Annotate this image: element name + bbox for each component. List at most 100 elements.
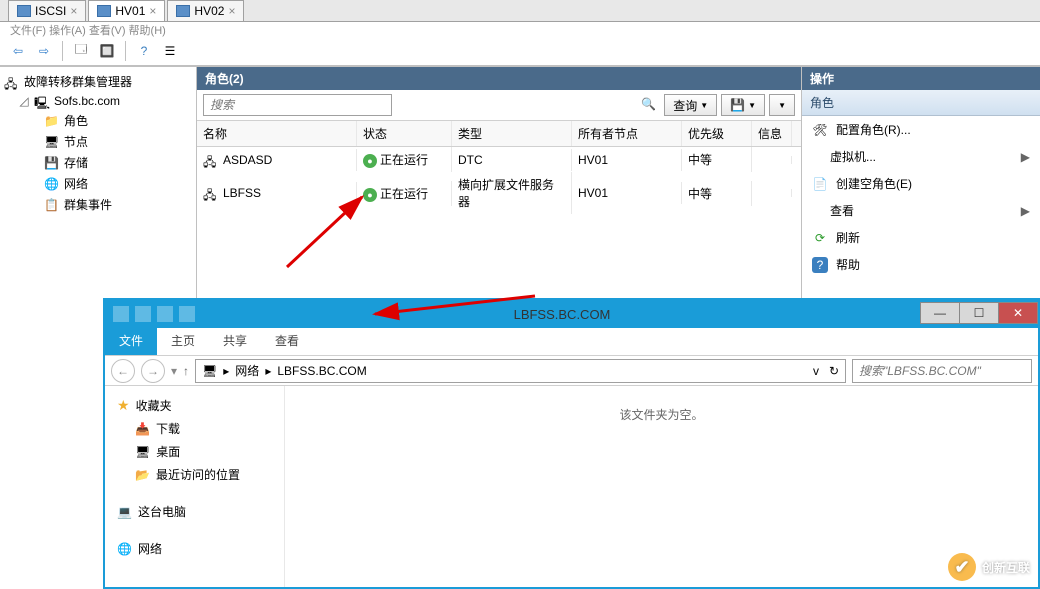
col-status[interactable]: 状态 <box>357 121 452 146</box>
downloads-icon: 📥 <box>135 422 150 436</box>
tree-storage[interactable]: ▷ 💾 存储 <box>0 152 196 173</box>
quick-access-toolbar[interactable] <box>105 306 203 322</box>
nav-history-icon[interactable]: ▾ <box>171 364 177 378</box>
tree-nodes[interactable]: 🖥 节点 <box>0 131 196 152</box>
list-button[interactable]: ☰ <box>158 39 182 63</box>
menubar[interactable]: 文件(F) 操作(A) 查看(V) 帮助(H) <box>0 22 1040 36</box>
breadcrumb-sep: ▸ <box>223 364 229 378</box>
tab-iscsi[interactable]: ISCSI × <box>8 0 86 21</box>
table-row[interactable]: 🖧LBFSS ●正在运行 横向扩展文件服务器 HV01 中等 <box>197 172 801 214</box>
cell-type: 横向扩展文件服务器 <box>452 172 572 214</box>
window-title: LBFSS.BC.COM <box>203 307 921 322</box>
cell-status: 正在运行 <box>380 153 428 167</box>
search-input[interactable] <box>203 94 392 116</box>
table-row[interactable]: 🖧ASDASD ●正在运行 DTC HV01 中等 <box>197 147 801 172</box>
tree-label: 收藏夹 <box>136 397 172 414</box>
ribbon-file[interactable]: 文件 <box>105 326 157 355</box>
action-help[interactable]: ? 帮助 <box>802 251 1040 278</box>
properties-button[interactable]: 🗔 <box>69 39 93 63</box>
tree-label: 最近访问的位置 <box>156 466 240 483</box>
maximize-button[interactable]: ☐ <box>959 302 999 324</box>
tab-hv02[interactable]: HV02 × <box>167 0 244 21</box>
configure-icon: 🛠 <box>812 122 828 138</box>
tree-favorites[interactable]: ★ 收藏夹 <box>109 394 280 417</box>
help-icon: ? <box>812 257 828 273</box>
tree-network[interactable]: 🌐 网络 <box>109 537 280 560</box>
action-virtual-machine[interactable]: 虚拟机... ▶ <box>802 143 1040 170</box>
action-configure-role[interactable]: 🛠 配置角色(R)... <box>802 116 1040 143</box>
save-button[interactable]: 💾 ▼ <box>721 94 765 116</box>
search-icon[interactable]: 🔍 <box>641 97 656 111</box>
qat-dropdown-icon[interactable] <box>179 306 195 322</box>
chevron-down-icon: ▼ <box>700 101 708 110</box>
ribbon-home[interactable]: 主页 <box>157 326 209 355</box>
refresh-icon[interactable]: ↻ <box>829 364 839 378</box>
chevron-down-icon: ▼ <box>748 101 756 110</box>
cell-priority: 中等 <box>682 181 752 206</box>
tree-roles[interactable]: 📁 角色 <box>0 110 196 131</box>
qat-icon[interactable] <box>135 306 151 322</box>
nav-up-button[interactable]: ↑ <box>183 364 189 378</box>
tree-computer[interactable]: 💻 这台电脑 <box>109 500 280 523</box>
tree-recent[interactable]: 📂 最近访问的位置 <box>109 463 280 486</box>
watermark-logo-icon: ✔ <box>948 553 976 581</box>
refresh-button[interactable]: 🔲 <box>95 39 119 63</box>
query-button[interactable]: 查询 ▼ <box>664 94 717 116</box>
action-view[interactable]: 查看 ▶ <box>802 197 1040 224</box>
action-create-empty-role[interactable]: 📄 创建空角色(E) <box>802 170 1040 197</box>
ribbon-view[interactable]: 查看 <box>261 326 313 355</box>
address-dropdown-icon[interactable]: v <box>813 364 819 378</box>
vm-icon <box>97 5 111 17</box>
explorer-search-input[interactable] <box>852 359 1032 383</box>
toolbar: ⇦ ⇨ 🗔 🔲 ? ☰ <box>0 36 1040 66</box>
forward-button[interactable]: ⇨ <box>32 39 56 63</box>
explorer-content[interactable]: 该文件夹为空。 <box>285 386 1038 587</box>
tree-label: 桌面 <box>156 443 180 460</box>
qat-icon[interactable] <box>157 306 173 322</box>
close-icon[interactable]: × <box>70 4 77 18</box>
tree-desktop[interactable]: 🖥 桌面 <box>109 440 280 463</box>
desktop-icon: 🖥 <box>135 445 150 459</box>
breadcrumb-item[interactable]: 网络 <box>235 362 259 379</box>
nav-back-button[interactable]: ← <box>111 359 135 383</box>
watermark: ✔ 创新互联 <box>948 553 1030 581</box>
col-owner[interactable]: 所有者节点 <box>572 121 682 146</box>
list-options-button[interactable]: ▼ <box>769 94 795 116</box>
breadcrumb-item[interactable]: LBFSS.BC.COM <box>277 364 366 378</box>
close-icon[interactable]: × <box>228 4 235 18</box>
computer-icon: 💻 <box>117 505 132 519</box>
refresh-icon: ⟳ <box>812 230 828 246</box>
help-button[interactable]: ? <box>132 39 156 63</box>
explorer-titlebar[interactable]: LBFSS.BC.COM — ☐ ✕ <box>105 300 1038 328</box>
tree-label: 网络 <box>64 175 88 192</box>
collapse-icon[interactable]: ◿ <box>18 94 30 108</box>
close-icon[interactable]: × <box>149 4 156 18</box>
actions-section: 角色 <box>802 90 1040 116</box>
col-priority[interactable]: 优先级 <box>682 121 752 146</box>
col-info[interactable]: 信息 <box>752 121 792 146</box>
tab-hv01[interactable]: HV01 × <box>88 0 165 21</box>
tree-events[interactable]: 📋 群集事件 <box>0 194 196 215</box>
address-bar[interactable]: 🖥 ▸ 网络 ▸ LBFSS.BC.COM v ↻ <box>195 359 846 383</box>
back-button[interactable]: ⇦ <box>6 39 30 63</box>
action-label: 虚拟机... <box>830 148 876 165</box>
tree-networks[interactable]: 🌐 网络 <box>0 173 196 194</box>
empty-folder-text: 该文件夹为空。 <box>619 406 703 587</box>
tree-cluster[interactable]: ◿ 🖳 Sofs.bc.com <box>0 92 196 110</box>
cluster-manager-icon: 🖧 <box>4 75 20 89</box>
tab-label: HV01 <box>115 4 145 18</box>
col-name[interactable]: 名称 <box>197 121 357 146</box>
col-type[interactable]: 类型 <box>452 121 572 146</box>
close-button[interactable]: ✕ <box>998 302 1038 324</box>
tree-downloads[interactable]: 📥 下载 <box>109 417 280 440</box>
ribbon: 文件 主页 共享 查看 <box>105 328 1038 356</box>
action-refresh[interactable]: ⟳ 刷新 <box>802 224 1040 251</box>
minimize-button[interactable]: — <box>920 302 960 324</box>
cell-status: 正在运行 <box>380 187 428 201</box>
explorer-nav-tree[interactable]: ★ 收藏夹 📥 下载 🖥 桌面 📂 最近访问的位置 💻 这台电脑 <box>105 386 285 587</box>
tree-label: 下载 <box>156 420 180 437</box>
tree-root[interactable]: 🖧 故障转移群集管理器 <box>0 71 196 92</box>
cluster-tree[interactable]: 🖧 故障转移群集管理器 ◿ 🖳 Sofs.bc.com 📁 角色 🖥 节点 ▷ … <box>0 67 197 298</box>
nav-forward-button[interactable]: → <box>141 359 165 383</box>
ribbon-share[interactable]: 共享 <box>209 326 261 355</box>
